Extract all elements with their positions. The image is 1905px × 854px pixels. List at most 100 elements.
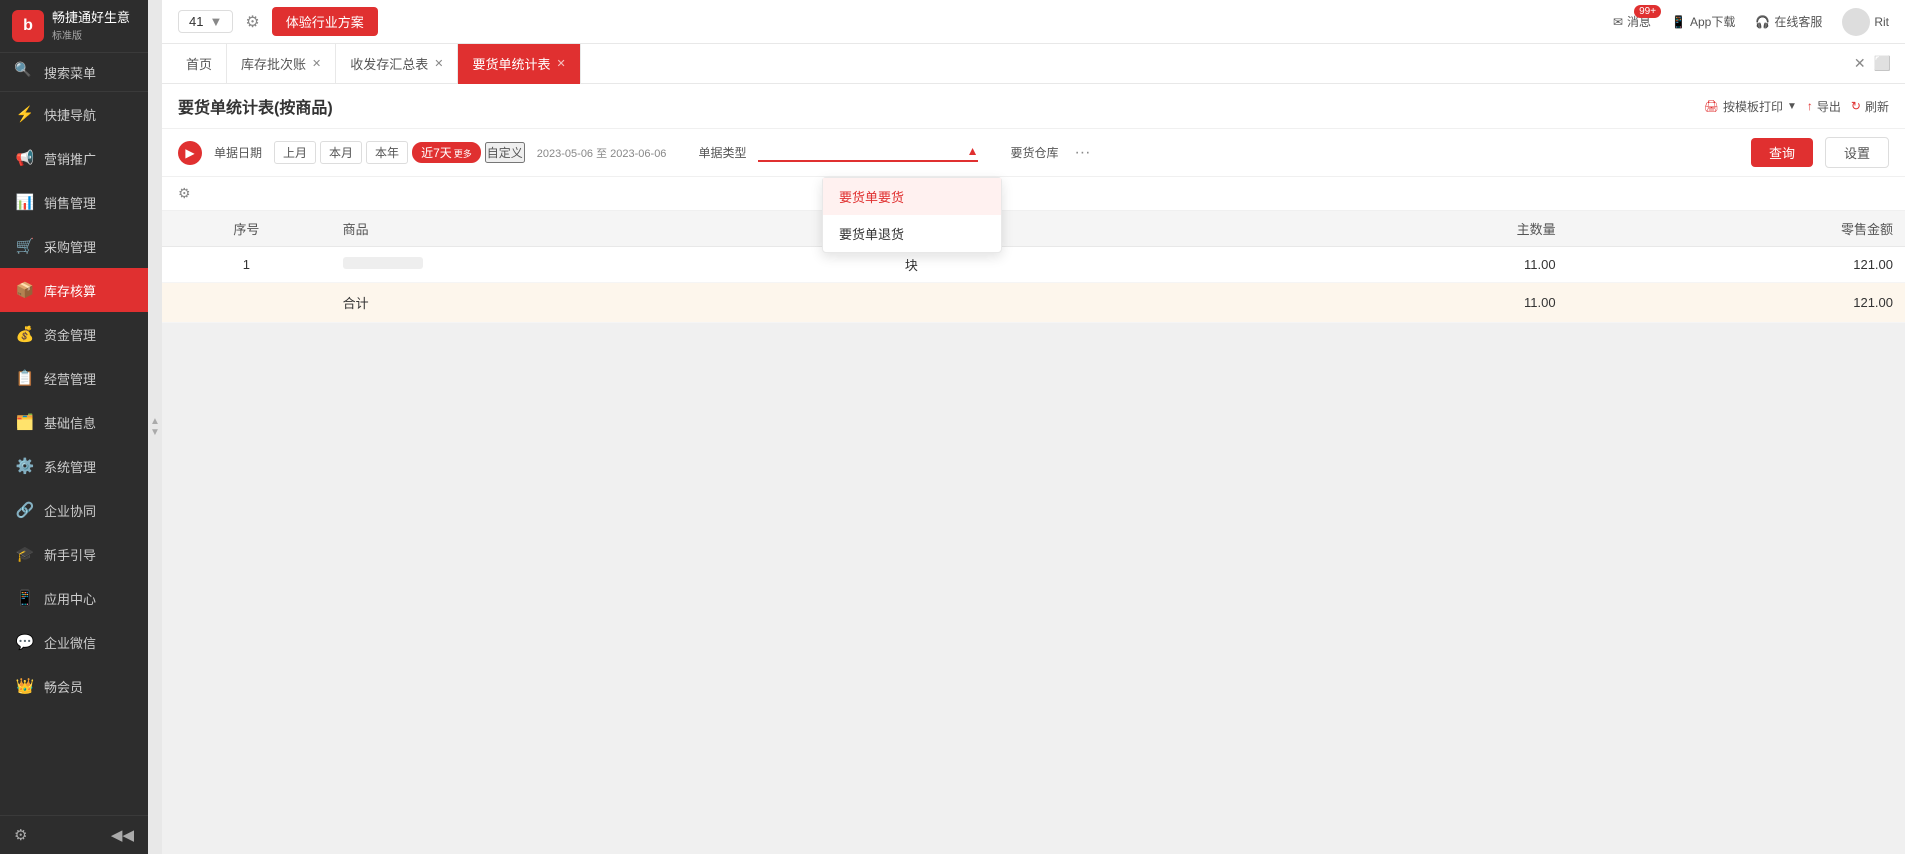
sidebar-item-label: 新手引导 [44,545,96,564]
settings-button[interactable]: 设置 [1825,137,1889,168]
tab-order-stats-close[interactable]: ✕ [557,57,566,70]
sidebar-item-operation[interactable]: 📋 经营管理 [0,356,148,400]
collapse-icon[interactable]: ◀◀ [111,826,134,844]
print-icon: 🖨 [1704,99,1719,113]
export-label: 导出 [1817,98,1841,115]
sidebar-search[interactable]: 🔍 搜索菜单 [0,53,148,92]
col-header-amount: 零售金额 [1568,211,1905,247]
sidebar-item-purchase[interactable]: 🛒 采购管理 [0,224,148,268]
search-icon: 🔍 [14,61,36,83]
app-download-label: App下载 [1690,13,1735,30]
tab-order-stats[interactable]: 要货单统计表 ✕ [458,44,580,84]
date-filter-buttons: 上月 本月 本年 近7天更多 自定义 [274,141,525,164]
sidebar: b 畅捷通好生意 标准版 🔍 搜索菜单 ⚡ 快捷导航 📢 营销推广 📊 销售管理… [0,0,148,854]
type-filter-label: 单据类型 [698,144,746,161]
export-button[interactable]: ↑ 导出 [1807,98,1841,115]
date-btn-custom[interactable]: 自定义 [485,142,525,163]
company-selector[interactable]: 41 ▼ [178,10,233,33]
messages-button[interactable]: ✉ 消息 99+ [1613,13,1651,30]
tab-inventory-batch[interactable]: 库存批次账 ✕ [227,44,336,84]
tab-in-out-summary[interactable]: 收发存汇总表 ✕ [336,44,458,84]
sidebar-collapse-handle[interactable]: ▲▼ [148,0,162,854]
topbar-settings-icon[interactable]: ⚙ [245,12,259,32]
sales-icon: 📊 [14,191,36,213]
dropdown-item-order-goods[interactable]: 要货单要货 [823,178,1001,215]
settings-icon[interactable]: ⚙ [14,826,27,844]
sidebar-search-label: 搜索菜单 [44,63,96,82]
messages-badge: 99+ [1634,5,1661,18]
sidebar-item-app-center[interactable]: 📱 应用中心 [0,576,148,620]
date-btn-this-year[interactable]: 本年 [366,141,408,164]
sidebar-item-marketing[interactable]: 📢 营销推广 [0,136,148,180]
print-button[interactable]: 🖨 按模板打印 ▼ [1704,98,1797,115]
refresh-icon: ↻ [1851,99,1861,113]
type-dropdown: 要货单要货 要货单退货 [822,177,1002,253]
tabs-bar-end: ✕ ⬜ [1854,55,1895,72]
tab-inventory-batch-label: 库存批次账 [241,54,306,73]
app-logo-icon: b [12,10,44,42]
app-download-button[interactable]: 📱 App下载 [1671,13,1735,30]
dropdown-item-order-return[interactable]: 要货单退货 [823,215,1001,252]
marketing-icon: 📢 [14,147,36,169]
warehouse-filter-more[interactable]: ··· [1074,144,1090,162]
trial-button[interactable]: 体验行业方案 [272,7,378,36]
chevron-down-icon: ▼ [209,14,222,29]
sidebar-item-label: 系统管理 [44,457,96,476]
sidebar-item-label: 应用中心 [44,589,96,608]
filter-expand-button[interactable]: ▶ [178,141,202,165]
table-row: 1 块 11.00 121.00 [162,247,1905,283]
online-service-label: 在线客服 [1774,13,1822,30]
online-service-button[interactable]: 🎧 在线客服 [1755,13,1822,30]
type-filter-wrapper[interactable]: ▲ [758,144,978,162]
tab-in-out-summary-label: 收发存汇总表 [350,54,428,73]
print-dropdown-icon: ▼ [1787,101,1797,112]
cell-qty: 11.00 [1230,247,1567,283]
message-icon: ✉ [1613,15,1623,29]
sidebar-item-label: 企业协同 [44,501,96,520]
sidebar-item-label: 畅会员 [44,677,83,696]
date-filter-label: 单据日期 [214,144,262,161]
user-area[interactable]: Rit [1842,8,1889,36]
sidebar-item-label: 销售管理 [44,193,96,212]
type-filter-arrow-icon[interactable]: ▲ [967,144,979,158]
date-btn-7days[interactable]: 近7天更多 [412,142,481,163]
tab-home[interactable]: 首页 [172,44,227,84]
sidebar-item-wechat[interactable]: 💬 企业微信 [0,620,148,664]
col-header-goods: 商品 [331,211,893,247]
date-btn-this-month[interactable]: 本月 [320,141,362,164]
sidebar-item-system[interactable]: ⚙️ 系统管理 [0,444,148,488]
warehouse-filter-label: 要货仓库 [1010,144,1058,161]
sidebar-item-sales[interactable]: 📊 销售管理 [0,180,148,224]
purchase-icon: 🛒 [14,235,36,257]
inventory-icon: 📦 [14,279,36,301]
cell-goods [331,247,893,283]
refresh-button[interactable]: ↻ 刷新 [1851,98,1889,115]
sidebar-item-enterprise[interactable]: 🔗 企业协同 [0,488,148,532]
finance-icon: 💰 [14,323,36,345]
footer-amount: 121.00 [1568,283,1905,323]
sidebar-bottom: ⚙ ◀◀ [0,815,148,854]
col-header-seq: 序号 [162,211,331,247]
query-button[interactable]: 查询 [1751,138,1813,167]
table-footer-table: 合计 11.00 121.00 [162,283,1905,323]
tab-inventory-batch-close[interactable]: ✕ [312,57,321,70]
tab-close-all-btn[interactable]: ✕ [1854,55,1866,72]
system-icon: ⚙️ [14,455,36,477]
sidebar-item-guide[interactable]: 🎓 新手引导 [0,532,148,576]
sidebar-item-basic[interactable]: 🗂️ 基础信息 [0,400,148,444]
sidebar-item-inventory[interactable]: 📦 库存核算 [0,268,148,312]
tab-order-stats-label: 要货单统计表 [472,54,550,73]
guide-icon: 🎓 [14,543,36,565]
phone-icon: 📱 [1671,15,1686,29]
tab-in-out-summary-close[interactable]: ✕ [434,57,443,70]
tab-maximize-btn[interactable]: ⬜ [1874,55,1891,72]
table-toolbar: ⚙ [162,177,1905,211]
username-label: Rit [1874,15,1889,29]
sidebar-item-quick-nav[interactable]: ⚡ 快捷导航 [0,92,148,136]
data-table-wrapper: ⚙ 序号 商品 主计量单位 主数量 零售金额 1 [162,177,1905,323]
date-btn-last-month[interactable]: 上月 [274,141,316,164]
sidebar-item-vip[interactable]: 👑 畅会员 [0,664,148,708]
sidebar-logo: b 畅捷通好生意 标准版 [0,0,148,53]
sidebar-item-finance[interactable]: 💰 资金管理 [0,312,148,356]
table-settings-icon[interactable]: ⚙ [178,185,191,202]
